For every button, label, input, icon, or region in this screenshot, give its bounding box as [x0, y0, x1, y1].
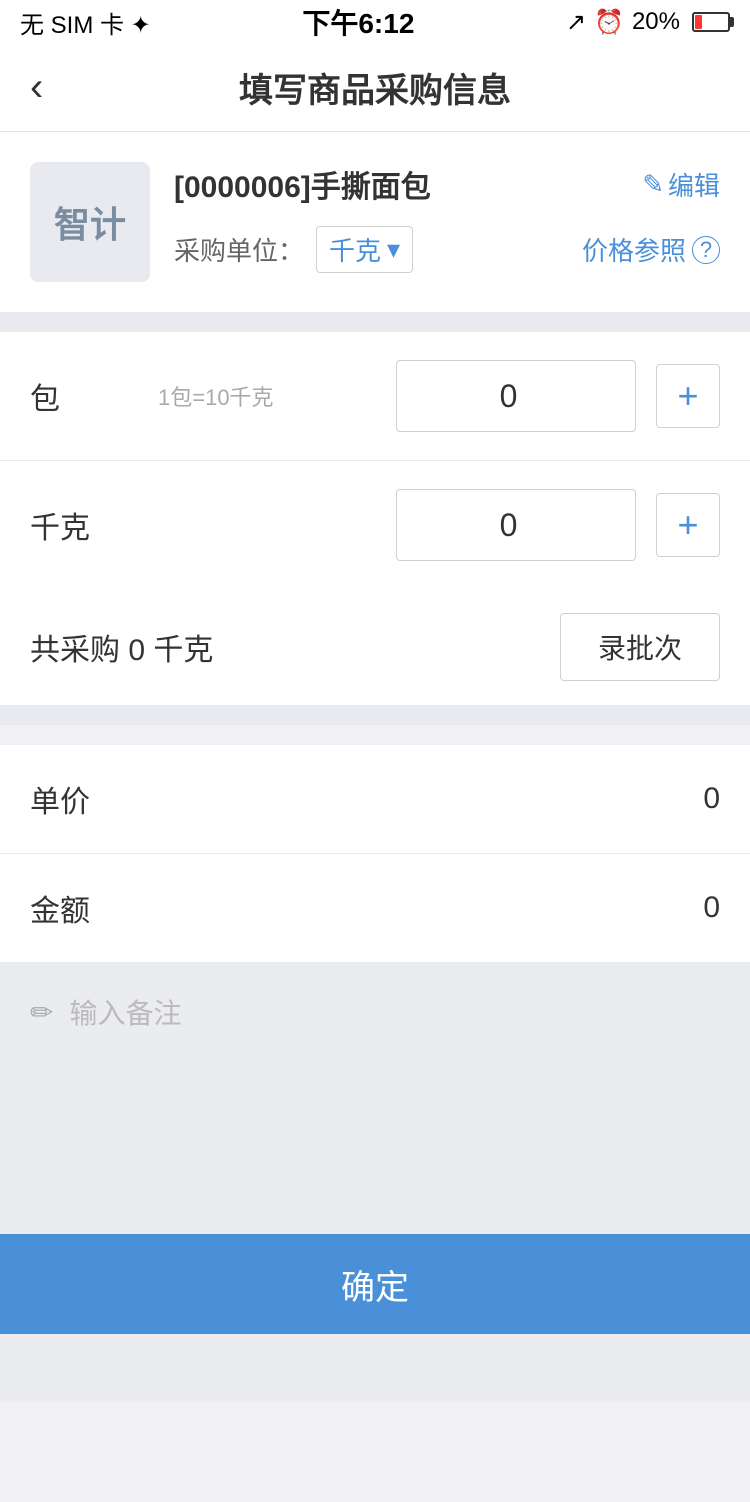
amount-row: 金额 0	[0, 854, 750, 962]
price-ref-label: 价格参照	[582, 231, 686, 268]
unit-price-row: 单价 0	[0, 745, 750, 854]
edit-label: 编辑	[668, 166, 720, 203]
input-wrap-kg: +	[150, 489, 720, 561]
unit-price-value: 0	[703, 782, 720, 816]
unit-price-label: 单价	[30, 777, 90, 821]
product-name-row: [0000006]手撕面包 ✎ 编辑	[174, 162, 720, 206]
section-divider-1	[0, 312, 750, 332]
input-section: 包 1包=10千克 + 千克 +	[0, 332, 750, 589]
product-card: 智计 [0000006]手撕面包 ✎ 编辑 采购单位： 千克 ▾	[0, 132, 750, 312]
sim-status: 无 SIM 卡 ✦	[20, 5, 151, 40]
batch-record-button[interactable]: 录批次	[560, 613, 720, 681]
unit-selector-wrap: 采购单位： 千克 ▾	[174, 226, 413, 273]
empty-content-area	[0, 1062, 750, 1402]
confirm-button[interactable]: 确定	[0, 1234, 750, 1334]
status-bar: 无 SIM 卡 ✦ 下午6:12 ↗ ⏰ 20%	[0, 0, 750, 44]
price-info-section: 单价 0 金额 0	[0, 745, 750, 962]
battery-icon	[692, 12, 730, 32]
status-right: ↗ ⏰ 20%	[566, 8, 730, 37]
plus-button-bao[interactable]: +	[656, 364, 720, 428]
label-kg: 千克	[30, 503, 150, 547]
unit-value: 千克	[329, 231, 381, 268]
page-title: 填写商品采购信息	[239, 63, 511, 112]
total-purchase-text: 共采购 0 千克	[30, 625, 213, 669]
amount-value: 0	[703, 891, 720, 925]
sublabel-bao: 1包=10千克	[158, 380, 274, 412]
status-left: 无 SIM 卡 ✦	[20, 5, 151, 40]
product-name: [0000006]手撕面包	[174, 162, 431, 206]
plus-button-kg[interactable]: +	[656, 493, 720, 557]
quantity-input-bao[interactable]	[396, 360, 636, 432]
input-row-bao: 包 1包=10千克 +	[0, 332, 750, 461]
nav-bar: ‹ 填写商品采购信息	[0, 44, 750, 132]
note-section[interactable]: ✏ 输入备注	[0, 962, 750, 1062]
edit-button[interactable]: ✎ 编辑	[642, 166, 720, 203]
pencil-icon: ✏	[30, 996, 53, 1029]
input-row-kg: 千克 +	[0, 461, 750, 589]
unit-label: 采购单位：	[174, 231, 304, 268]
dropdown-arrow-icon: ▾	[387, 234, 400, 265]
price-reference-button[interactable]: 价格参照 ?	[582, 231, 720, 268]
unit-row: 采购单位： 千克 ▾ 价格参照 ?	[174, 226, 720, 273]
edit-icon: ✎	[642, 169, 664, 200]
battery-percent: 20%	[632, 8, 680, 36]
status-time: 下午6:12	[302, 2, 414, 42]
note-placeholder-text: 输入备注	[69, 992, 181, 1032]
unit-select-dropdown[interactable]: 千克 ▾	[316, 226, 413, 273]
summary-row: 共采购 0 千克 录批次	[0, 589, 750, 705]
product-thumbnail: 智计	[30, 162, 150, 282]
price-ref-help-icon: ?	[692, 236, 720, 264]
input-wrap-bao: +	[274, 360, 720, 432]
alarm-icon: ⏰	[594, 8, 624, 37]
product-details: [0000006]手撕面包 ✎ 编辑 采购单位： 千克 ▾ 价格参照 ?	[174, 162, 720, 273]
quantity-input-kg[interactable]	[396, 489, 636, 561]
amount-label: 金额	[30, 886, 90, 930]
back-button[interactable]: ‹	[20, 55, 53, 120]
label-bao: 包	[30, 374, 150, 418]
location-icon: ↗	[566, 8, 586, 37]
section-divider-2	[0, 705, 750, 725]
